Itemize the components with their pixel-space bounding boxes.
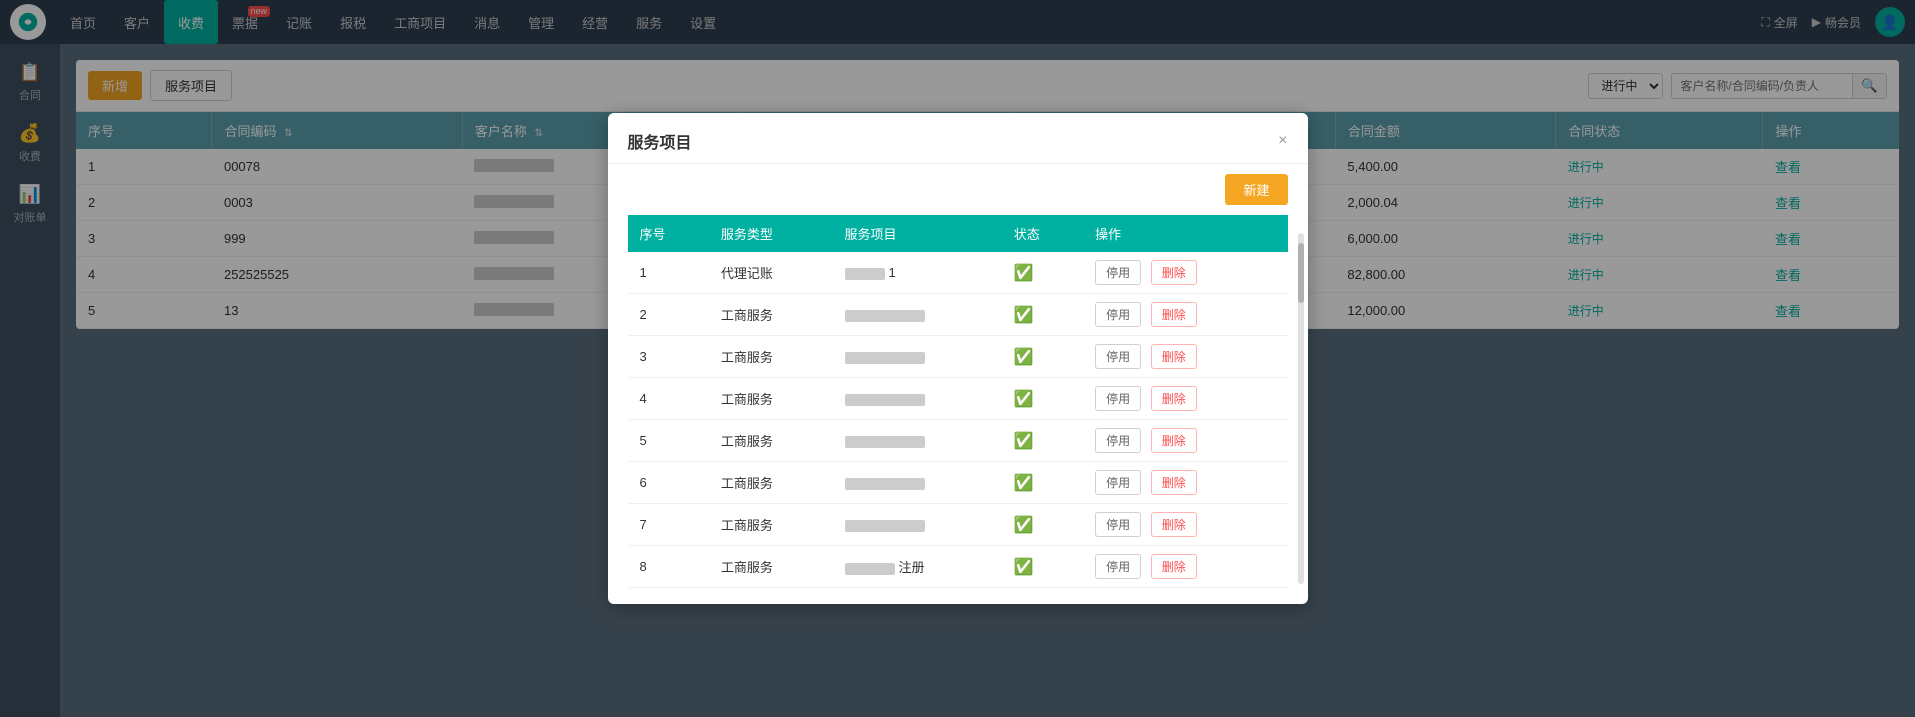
modal-col-type: 服务类型 — [709, 215, 833, 252]
delete-button[interactable]: 删除 — [1151, 386, 1197, 411]
modal-cell-item — [833, 420, 1002, 462]
stop-button[interactable]: 停用 — [1095, 260, 1141, 285]
modal-cell-type: 工商服务 — [709, 378, 833, 420]
stop-button[interactable]: 停用 — [1095, 344, 1141, 369]
status-check-icon: ✅ — [1014, 349, 1034, 366]
modal-table-row: 3 工商服务 ✅ 停用 删除 — [628, 336, 1288, 378]
modal-cell-type: 工商服务 — [709, 546, 833, 588]
modal-table-row: 8 工商服务 注册 ✅ 停用 删除 — [628, 546, 1288, 588]
delete-button[interactable]: 删除 — [1151, 554, 1197, 579]
modal-cell-status: ✅ — [1002, 504, 1083, 546]
modal-cell-action: 停用 删除 — [1083, 462, 1287, 504]
modal-overlay[interactable]: 服务项目 × 新建 序号 服务类型 服务项目 状态 操作 1 代理 — [0, 0, 1915, 717]
modal-cell-type: 工商服务 — [709, 336, 833, 378]
modal-cell-seq: 2 — [628, 294, 709, 336]
delete-button[interactable]: 删除 — [1151, 344, 1197, 369]
modal-cell-type: 工商服务 — [709, 462, 833, 504]
modal-cell-item — [833, 294, 1002, 336]
modal-table-row: 5 工商服务 ✅ 停用 删除 — [628, 420, 1288, 462]
modal-toolbar: 新建 — [608, 164, 1308, 215]
status-check-icon: ✅ — [1014, 433, 1034, 450]
delete-button[interactable]: 删除 — [1151, 302, 1197, 327]
modal-cell-action: 停用 删除 — [1083, 294, 1287, 336]
modal-cell-status: ✅ — [1002, 378, 1083, 420]
modal-table-row: 2 工商服务 ✅ 停用 删除 — [628, 294, 1288, 336]
modal-cell-item — [833, 378, 1002, 420]
stop-button[interactable]: 停用 — [1095, 428, 1141, 453]
delete-button[interactable]: 删除 — [1151, 428, 1197, 453]
modal-cell-seq: 1 — [628, 252, 709, 294]
modal-table-row: 7 工商服务 ✅ 停用 删除 — [628, 504, 1288, 546]
modal-cell-type: 工商服务 — [709, 420, 833, 462]
modal-cell-status: ✅ — [1002, 336, 1083, 378]
modal-cell-action: 停用 删除 — [1083, 378, 1287, 420]
modal-cell-item — [833, 504, 1002, 546]
modal-header: 服务项目 × — [608, 113, 1308, 164]
stop-button[interactable]: 停用 — [1095, 386, 1141, 411]
stop-button[interactable]: 停用 — [1095, 554, 1141, 579]
modal-cell-action: 停用 删除 — [1083, 252, 1287, 294]
status-check-icon: ✅ — [1014, 391, 1034, 408]
stop-button[interactable]: 停用 — [1095, 512, 1141, 537]
modal-table-row: 4 工商服务 ✅ 停用 删除 — [628, 378, 1288, 420]
modal-new-button[interactable]: 新建 — [1225, 174, 1287, 205]
stop-button[interactable]: 停用 — [1095, 302, 1141, 327]
modal-cell-seq: 8 — [628, 546, 709, 588]
modal-table-row: 6 工商服务 ✅ 停用 删除 — [628, 462, 1288, 504]
modal-cell-type: 代理记账 — [709, 252, 833, 294]
modal-cell-seq: 3 — [628, 336, 709, 378]
modal-cell-item: 1 — [833, 252, 1002, 294]
modal-col-item: 服务项目 — [833, 215, 1002, 252]
modal-col-status: 状态 — [1002, 215, 1083, 252]
modal-cell-status: ✅ — [1002, 252, 1083, 294]
status-check-icon: ✅ — [1014, 517, 1034, 534]
modal-cell-action: 停用 删除 — [1083, 420, 1287, 462]
modal-cell-status: ✅ — [1002, 420, 1083, 462]
modal-table-row: 1 代理记账 1 ✅ 停用 删除 — [628, 252, 1288, 294]
modal-cell-item — [833, 336, 1002, 378]
modal-cell-status: ✅ — [1002, 294, 1083, 336]
modal-scrollbar-thumb — [1298, 243, 1304, 303]
delete-button[interactable]: 删除 — [1151, 260, 1197, 285]
modal-cell-seq: 4 — [628, 378, 709, 420]
modal-cell-seq: 5 — [628, 420, 709, 462]
status-check-icon: ✅ — [1014, 265, 1034, 282]
service-item-modal: 服务项目 × 新建 序号 服务类型 服务项目 状态 操作 1 代理 — [608, 113, 1308, 604]
modal-cell-type: 工商服务 — [709, 294, 833, 336]
status-check-icon: ✅ — [1014, 559, 1034, 576]
modal-col-action: 操作 — [1083, 215, 1287, 252]
status-check-icon: ✅ — [1014, 307, 1034, 324]
modal-close-button[interactable]: × — [1278, 133, 1287, 149]
modal-cell-seq: 7 — [628, 504, 709, 546]
modal-cell-action: 停用 删除 — [1083, 504, 1287, 546]
modal-col-seq: 序号 — [628, 215, 709, 252]
delete-button[interactable]: 删除 — [1151, 512, 1197, 537]
modal-cell-type: 工商服务 — [709, 504, 833, 546]
modal-cell-item — [833, 462, 1002, 504]
status-check-icon: ✅ — [1014, 475, 1034, 492]
modal-scrollbar[interactable] — [1298, 233, 1304, 584]
modal-cell-status: ✅ — [1002, 546, 1083, 588]
modal-cell-seq: 6 — [628, 462, 709, 504]
modal-cell-action: 停用 删除 — [1083, 336, 1287, 378]
modal-cell-item: 注册 — [833, 546, 1002, 588]
delete-button[interactable]: 删除 — [1151, 470, 1197, 495]
service-items-table: 序号 服务类型 服务项目 状态 操作 1 代理记账 1 ✅ 停用 删除 2 工商… — [628, 215, 1288, 588]
modal-cell-status: ✅ — [1002, 462, 1083, 504]
modal-cell-action: 停用 删除 — [1083, 546, 1287, 588]
stop-button[interactable]: 停用 — [1095, 470, 1141, 495]
modal-title: 服务项目 — [628, 129, 692, 153]
modal-body: 序号 服务类型 服务项目 状态 操作 1 代理记账 1 ✅ 停用 删除 2 工商… — [608, 215, 1308, 604]
